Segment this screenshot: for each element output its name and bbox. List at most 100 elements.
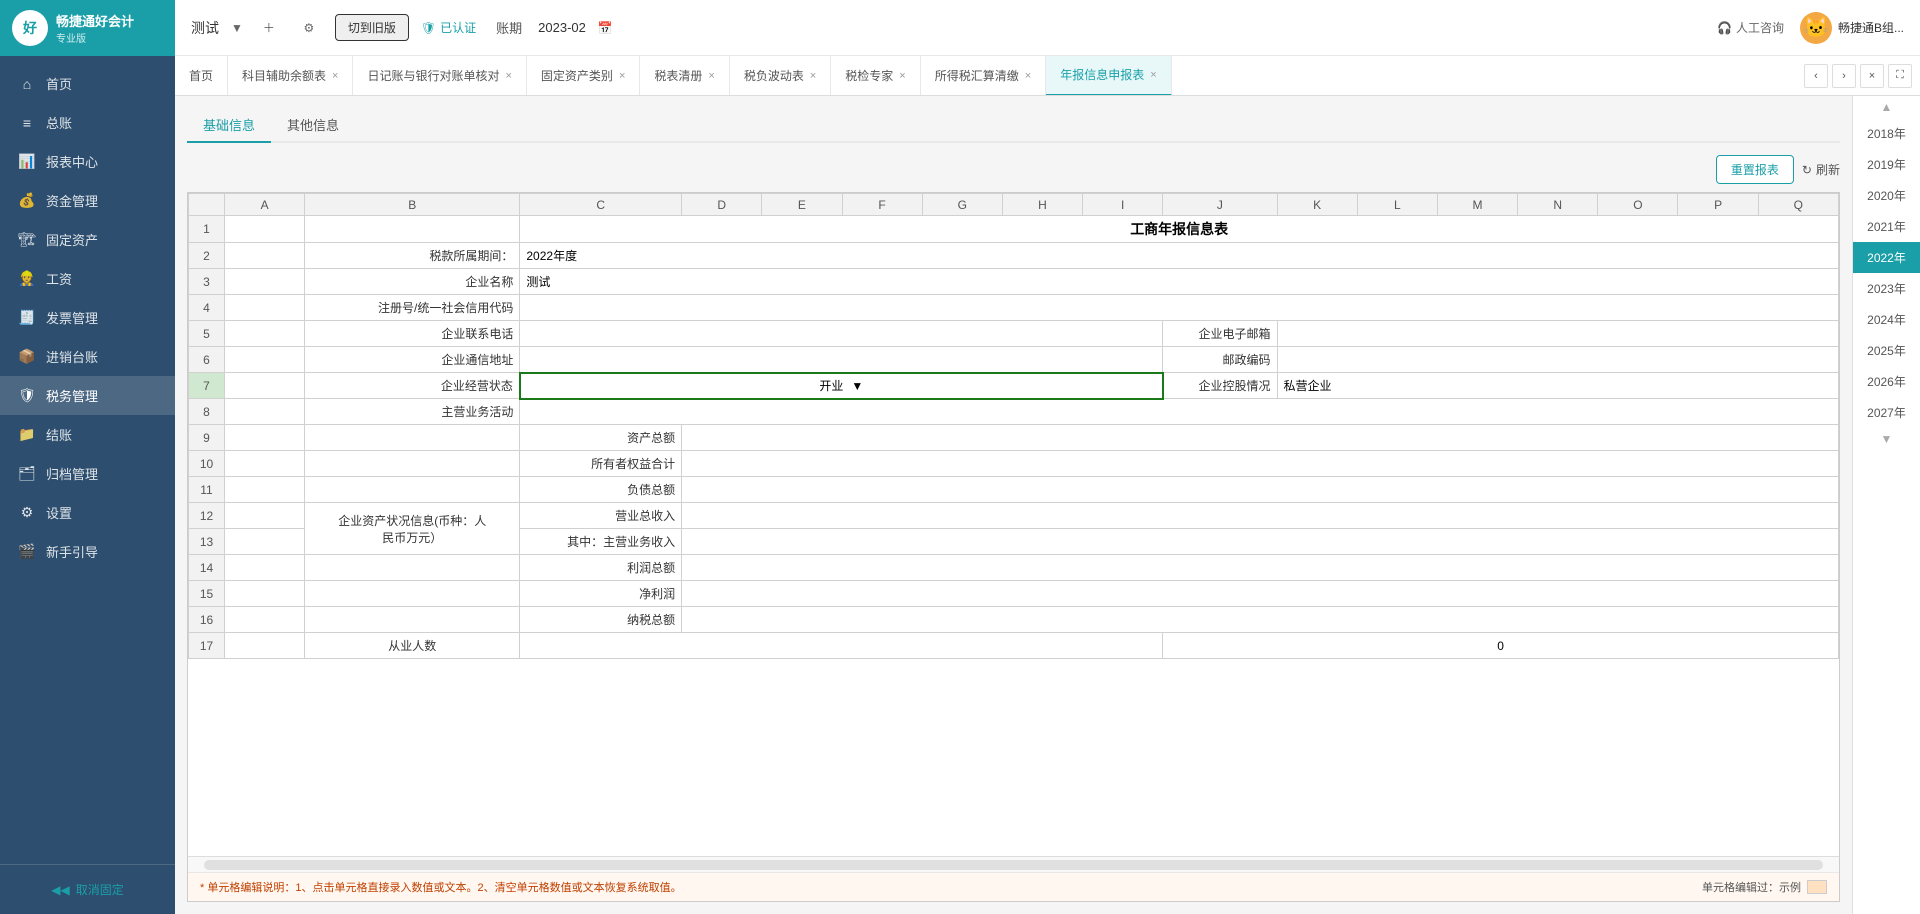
col-header-q[interactable]: Q — [1758, 194, 1838, 216]
tab-tax-inspection[interactable]: 税检专家 × — [831, 56, 920, 96]
year-2026[interactable]: 2026年 — [1853, 366, 1920, 397]
cell-c2[interactable]: 2022年度 — [520, 243, 1839, 269]
cell-a14[interactable] — [225, 555, 305, 581]
close-icon[interactable]: × — [619, 70, 625, 82]
cell-a9[interactable] — [225, 425, 305, 451]
tab-prev-btn[interactable]: ‹ — [1804, 64, 1828, 88]
cell-a8[interactable] — [225, 399, 305, 425]
cell-b3[interactable]: 企业名称 — [305, 269, 520, 295]
year-2018[interactable]: 2018年 — [1853, 118, 1920, 149]
col-header-k[interactable]: K — [1277, 194, 1357, 216]
tab-close-btn[interactable]: × — [1860, 64, 1884, 88]
tab-next-btn[interactable]: › — [1832, 64, 1856, 88]
col-header-d[interactable]: D — [682, 194, 762, 216]
year-2024[interactable]: 2024年 — [1853, 304, 1920, 335]
cell-a5[interactable] — [225, 321, 305, 347]
cell-c10[interactable]: 所有者权益合计 — [520, 451, 682, 477]
cell-a13[interactable] — [225, 529, 305, 555]
close-icon[interactable]: × — [332, 70, 338, 82]
cell-c6[interactable] — [520, 347, 1163, 373]
pin-button[interactable]: ◀◀ 取消固定 — [0, 873, 175, 906]
col-header-f[interactable]: F — [842, 194, 922, 216]
cell-a10[interactable] — [225, 451, 305, 477]
col-header-m[interactable]: M — [1437, 194, 1517, 216]
cell-d16[interactable] — [682, 607, 1839, 633]
cell-a12[interactable] — [225, 503, 305, 529]
tab-journal-bank[interactable]: 日记账与银行对账单核对 × — [353, 56, 526, 96]
cell-c4[interactable] — [520, 295, 1839, 321]
cell-b8[interactable]: 主营业务活动 — [305, 399, 520, 425]
sidebar-item-reports[interactable]: 📊 报表中心 — [0, 142, 175, 181]
cell-b10[interactable] — [305, 451, 520, 477]
tab-tax-burden[interactable]: 税负波动表 × — [730, 56, 831, 96]
cell-b4[interactable]: 注册号/统一社会信用代码 — [305, 295, 520, 321]
cell-d15[interactable] — [682, 581, 1839, 607]
col-header-g[interactable]: G — [922, 194, 1002, 216]
refresh-btn[interactable]: ↻ 刷新 — [1802, 155, 1840, 184]
cell-c15[interactable]: 净利润 — [520, 581, 682, 607]
cell-b16[interactable] — [305, 607, 520, 633]
sidebar-item-assets[interactable]: 🏗 固定资产 — [0, 220, 175, 259]
cell-c13[interactable]: 其中：主营业务收入 — [520, 529, 682, 555]
cell-b11[interactable] — [305, 477, 520, 503]
tab-fixed-assets-cat[interactable]: 固定资产类别 × — [527, 56, 640, 96]
cell-a11[interactable] — [225, 477, 305, 503]
col-header-j[interactable]: J — [1163, 194, 1277, 216]
cell-j5[interactable]: 企业电子邮箱 — [1163, 321, 1277, 347]
h-scrollbar-thumb[interactable] — [204, 860, 1823, 870]
cell-b2[interactable]: 税款所属期间： — [305, 243, 520, 269]
sidebar-item-tutorial[interactable]: 🎬 新手引导 — [0, 532, 175, 571]
sidebar-item-closing[interactable]: 📁 结账 — [0, 415, 175, 454]
cell-d10[interactable] — [682, 451, 1839, 477]
cell-c11[interactable]: 负债总额 — [520, 477, 682, 503]
cell-a6[interactable] — [225, 347, 305, 373]
cell-d13[interactable] — [682, 529, 1839, 555]
cell-c1-title[interactable]: 工商年报信息表 — [520, 216, 1839, 243]
col-header-o[interactable]: O — [1598, 194, 1678, 216]
tab-subject-balance[interactable]: 科目辅助余额表 × — [228, 56, 353, 96]
close-icon[interactable]: × — [505, 70, 511, 82]
cell-b12[interactable]: 企业资产状况信息(币种：人民币万元） — [305, 503, 520, 555]
cell-d14[interactable] — [682, 555, 1839, 581]
subtab-basic[interactable]: 基础信息 — [187, 108, 271, 143]
sidebar-item-invoice[interactable]: 🧾 发票管理 — [0, 298, 175, 337]
cell-c14[interactable]: 利润总额 — [520, 555, 682, 581]
year-2027[interactable]: 2027年 — [1853, 397, 1920, 428]
cell-a17[interactable] — [225, 633, 305, 659]
cell-c8[interactable] — [520, 399, 1839, 425]
close-icon[interactable]: × — [1150, 69, 1156, 81]
topbar-add-btn[interactable]: ＋ — [255, 14, 283, 42]
cell-a7[interactable] — [225, 373, 305, 399]
user-menu[interactable]: 🐱 畅捷通B组... — [1800, 12, 1904, 44]
cell-j7[interactable]: 企业控股情况 — [1163, 373, 1277, 399]
cell-c9[interactable]: 资产总额 — [520, 425, 682, 451]
year-2021[interactable]: 2021年 — [1853, 211, 1920, 242]
cell-a15[interactable] — [225, 581, 305, 607]
col-header-b[interactable]: B — [305, 194, 520, 216]
tab-home[interactable]: 首页 — [175, 56, 228, 96]
tab-tax-table[interactable]: 税表清册 × — [640, 56, 729, 96]
topbar-dropdown-arrow[interactable]: ▼ — [231, 21, 243, 35]
close-icon[interactable]: × — [708, 70, 714, 82]
tab-annual-report[interactable]: 年报信息申报表 × — [1046, 56, 1171, 96]
cell-c7-dropdown[interactable]: 开业 ▼ — [520, 373, 1163, 399]
cell-k6[interactable] — [1277, 347, 1838, 373]
year-nav-up[interactable]: ▲ — [1853, 96, 1920, 118]
tab-income-tax[interactable]: 所得税汇算清缴 × — [921, 56, 1046, 96]
tab-expand-btn[interactable]: ⛶ — [1888, 64, 1912, 88]
year-2019[interactable]: 2019年 — [1853, 149, 1920, 180]
cell-c12[interactable]: 营业总收入 — [520, 503, 682, 529]
cell-b9[interactable] — [305, 425, 520, 451]
sidebar-item-tax[interactable]: 🛡 税务管理 — [0, 376, 175, 415]
col-header-i[interactable]: I — [1083, 194, 1163, 216]
cell-b5[interactable]: 企业联系电话 — [305, 321, 520, 347]
sidebar-item-ledger[interactable]: ≡ 总账 — [0, 103, 175, 142]
year-2020[interactable]: 2020年 — [1853, 180, 1920, 211]
cell-d12[interactable] — [682, 503, 1839, 529]
cell-d11[interactable] — [682, 477, 1839, 503]
cell-c17[interactable] — [520, 633, 1163, 659]
cell-d9[interactable] — [682, 425, 1839, 451]
close-icon[interactable]: × — [899, 70, 905, 82]
cell-c16[interactable]: 纳税总额 — [520, 607, 682, 633]
cell-j6[interactable]: 邮政编码 — [1163, 347, 1277, 373]
